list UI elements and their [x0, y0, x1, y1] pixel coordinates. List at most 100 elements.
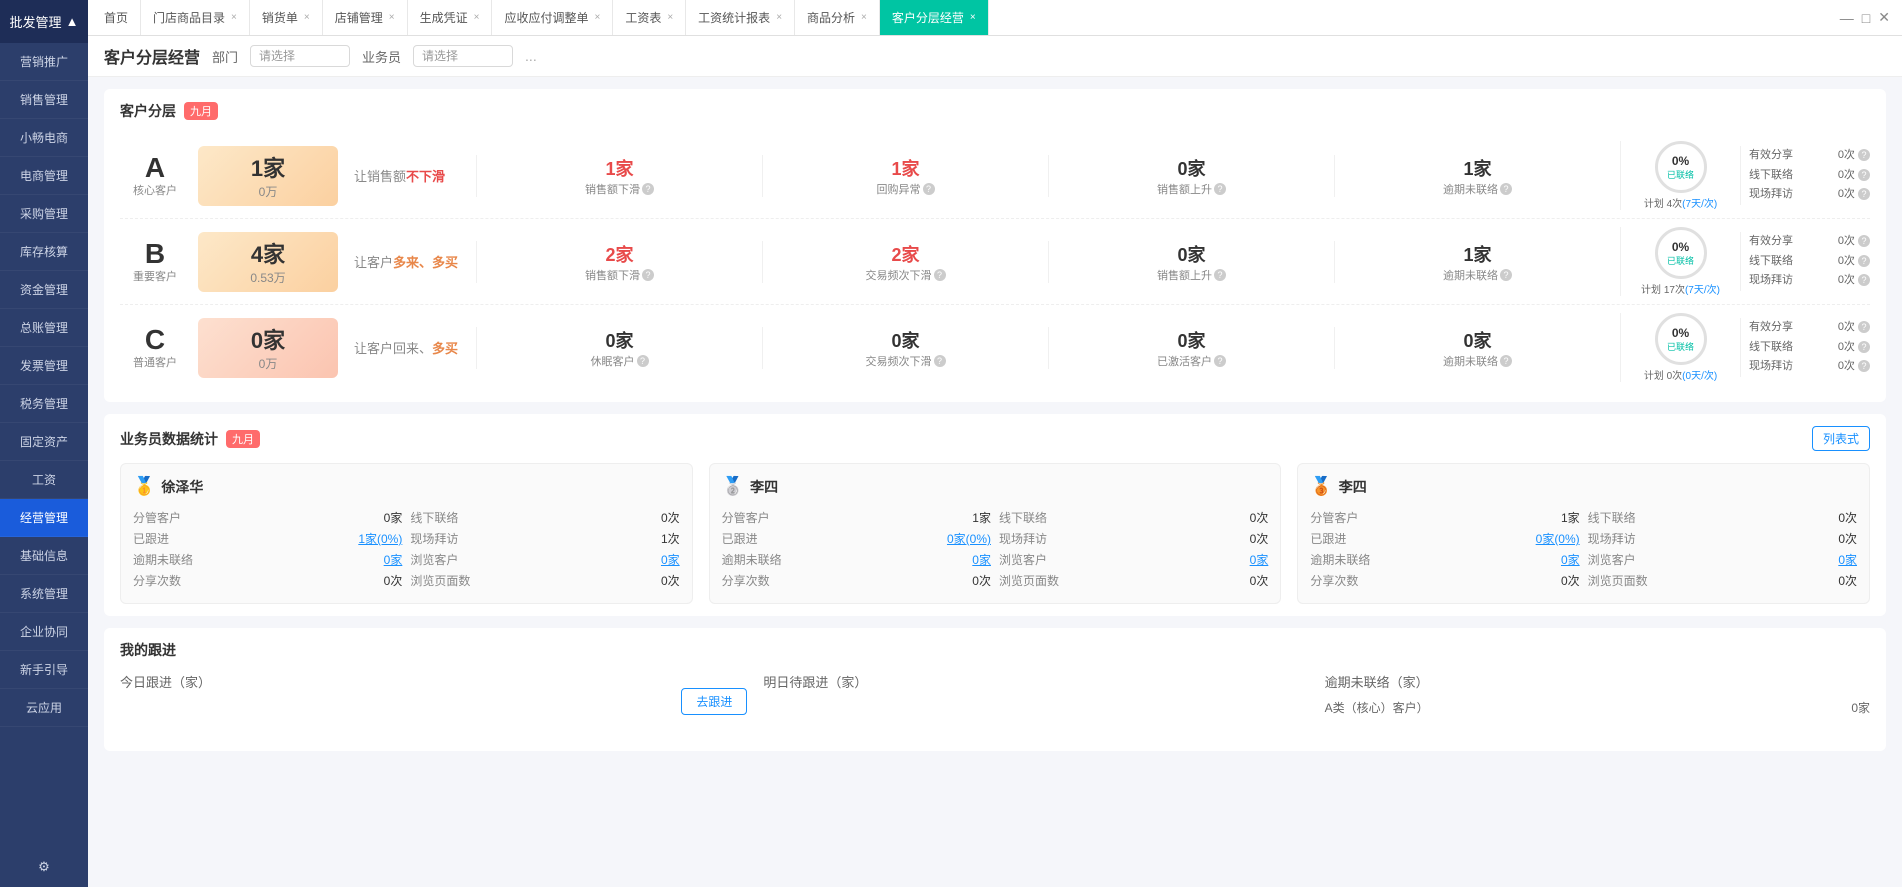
- window-minimize-btn[interactable]: —: [1840, 10, 1854, 26]
- contact-circle: 0% 已联络: [1655, 141, 1707, 193]
- sidebar-item-jingying[interactable]: 经营管理: [0, 499, 88, 537]
- sidebar-item-yingxiao[interactable]: 营销推广: [0, 43, 88, 81]
- info-icon[interactable]: ?: [642, 269, 654, 281]
- tab-salary_report[interactable]: 工资统计报表×: [686, 0, 795, 36]
- sidebar-item-zijin[interactable]: 资金管理: [0, 271, 88, 309]
- tab-sale_order[interactable]: 销货单×: [250, 0, 323, 36]
- stat-link[interactable]: 0家: [661, 553, 680, 567]
- stat-link[interactable]: 0家(0%): [947, 532, 991, 546]
- tier-stat-1-0[interactable]: 2家 销售额下滑 ?: [476, 241, 762, 283]
- tab-shop_menu[interactable]: 门店商品目录×: [141, 0, 250, 36]
- info-icon[interactable]: ?: [642, 183, 654, 195]
- stat-link[interactable]: 0家: [972, 553, 991, 567]
- sidebar-item-zhangzhang[interactable]: 总账管理: [0, 309, 88, 347]
- info-icon[interactable]: ?: [1214, 183, 1226, 195]
- tier-stat-0-0[interactable]: 1家 销售额下滑 ?: [476, 155, 762, 197]
- info-icon[interactable]: ?: [1858, 360, 1870, 372]
- info-icon[interactable]: ?: [1858, 321, 1870, 333]
- tier-stat-0-3[interactable]: 1家 逾期未联络 ?: [1334, 155, 1620, 197]
- tab-shop_mgmt[interactable]: 店铺管理×: [323, 0, 408, 36]
- info-icon[interactable]: ?: [934, 355, 946, 367]
- info-icon[interactable]: ?: [637, 355, 649, 367]
- sidebar-item-yunyingyong[interactable]: 云应用: [0, 689, 88, 727]
- list-view-btn[interactable]: 列表式: [1812, 426, 1870, 451]
- tab-goods_analysis[interactable]: 商品分析×: [795, 0, 880, 36]
- tier-stat-0-1[interactable]: 1家 回购异常 ?: [762, 155, 1048, 197]
- tab-close-customer_tier[interactable]: ×: [970, 12, 976, 23]
- info-icon[interactable]: ?: [1858, 169, 1870, 181]
- tier-stat-2-3[interactable]: 0家 逾期未联络 ?: [1334, 327, 1620, 369]
- sidebar-settings[interactable]: ⚙: [0, 847, 88, 887]
- tab-close-ar_adjust[interactable]: ×: [594, 12, 600, 23]
- sidebar-item-gongzi[interactable]: 工资: [0, 461, 88, 499]
- tier-stat-1-2[interactable]: 0家 销售额上升 ?: [1048, 241, 1334, 283]
- stat-link[interactable]: 0家: [1838, 553, 1857, 567]
- more-filter-btn[interactable]: ...: [525, 48, 537, 64]
- tier-bignum-c[interactable]: 0家 0万: [198, 318, 338, 378]
- sidebar-item-jichu[interactable]: 基础信息: [0, 537, 88, 575]
- sidebar-item-kucun[interactable]: 库存核算: [0, 233, 88, 271]
- sidebar-item-gudingzichan[interactable]: 固定资产: [0, 423, 88, 461]
- tier-stat-2-0[interactable]: 0家 休眠客户 ?: [476, 327, 762, 369]
- dept-select[interactable]: 请选择: [250, 45, 350, 67]
- sidebar-item-qiyexieyong[interactable]: 企业协同: [0, 613, 88, 651]
- tier-bignum-b[interactable]: 4家 0.53万: [198, 232, 338, 292]
- tier-bignum-a[interactable]: 1家 0万: [198, 146, 338, 206]
- tab-customer_tier[interactable]: 客户分层经营×: [880, 0, 989, 36]
- tab-ar_adjust[interactable]: 应收应付调整单×: [492, 0, 613, 36]
- stat-link[interactable]: 1家(0%): [358, 532, 402, 546]
- sidebar-item-fapiao[interactable]: 发票管理: [0, 347, 88, 385]
- window-close-btn[interactable]: ✕: [1878, 9, 1890, 26]
- info-icon[interactable]: ?: [934, 269, 946, 281]
- tab-home[interactable]: 首页: [92, 0, 141, 36]
- info-icon[interactable]: ?: [1858, 341, 1870, 353]
- tab-salary[interactable]: 工资表×: [613, 0, 686, 36]
- tier-stat-0-2[interactable]: 0家 销售额上升 ?: [1048, 155, 1334, 197]
- sidebar-item-xinshouyindao[interactable]: 新手引导: [0, 651, 88, 689]
- stat-link[interactable]: 0家: [384, 553, 403, 567]
- sidebar-item-diangshang[interactable]: 电商管理: [0, 157, 88, 195]
- tab-close-salary_report[interactable]: ×: [776, 12, 782, 23]
- info-icon[interactable]: ?: [1858, 149, 1870, 161]
- contact-circle: 0% 已联络: [1655, 313, 1707, 365]
- tab-close-salary[interactable]: ×: [667, 12, 673, 23]
- tab-close-goods_analysis[interactable]: ×: [861, 12, 867, 23]
- staff-select[interactable]: 请选择: [413, 45, 513, 67]
- sidebar-item-xiaodian[interactable]: 小畅电商: [0, 119, 88, 157]
- info-icon[interactable]: ?: [1858, 255, 1870, 267]
- stat-link[interactable]: 0家: [1250, 553, 1269, 567]
- info-icon[interactable]: ?: [1500, 355, 1512, 367]
- sidebar-item-xiaoshou[interactable]: 销售管理: [0, 81, 88, 119]
- contact-plan-link[interactable]: (7天/次): [1685, 285, 1720, 296]
- tab-close-voucher[interactable]: ×: [474, 12, 480, 23]
- window-maximize-btn[interactable]: □: [1862, 10, 1870, 26]
- tab-close-shop_mgmt[interactable]: ×: [389, 12, 395, 23]
- tab-close-shop_menu[interactable]: ×: [231, 12, 237, 23]
- info-icon[interactable]: ?: [1858, 235, 1870, 247]
- tab-voucher[interactable]: 生成凭证×: [408, 0, 493, 36]
- info-icon[interactable]: ?: [1214, 355, 1226, 367]
- info-icon[interactable]: ?: [1500, 269, 1512, 281]
- sidebar-item-caigou[interactable]: 采购管理: [0, 195, 88, 233]
- contact-plan-link[interactable]: (7天/次): [1682, 199, 1717, 210]
- sidebar-item-xitong[interactable]: 系统管理: [0, 575, 88, 613]
- goto-follow-btn[interactable]: 去跟进: [681, 688, 747, 715]
- tier-amount: 0万: [259, 183, 278, 200]
- tier-stat-2-2[interactable]: 0家 已激活客户 ?: [1048, 327, 1334, 369]
- tab-close-sale_order[interactable]: ×: [304, 12, 310, 23]
- contact-plan-link[interactable]: (0天/次): [1682, 371, 1717, 382]
- sidebar-header[interactable]: 批发管理 ▲: [0, 0, 88, 43]
- staff-stat-2-left-2: 逾期未联络 0家: [1310, 549, 1579, 570]
- tier-stat-1-3[interactable]: 1家 逾期未联络 ?: [1334, 241, 1620, 283]
- info-icon[interactable]: ?: [1214, 269, 1226, 281]
- info-icon[interactable]: ?: [1500, 183, 1512, 195]
- stat-link[interactable]: 0家: [1561, 553, 1580, 567]
- sidebar-expand-icon[interactable]: ▲: [66, 14, 79, 29]
- tier-stat-1-1[interactable]: 2家 交易频次下滑 ?: [762, 241, 1048, 283]
- info-icon[interactable]: ?: [1858, 188, 1870, 200]
- tier-stat-2-1[interactable]: 0家 交易频次下滑 ?: [762, 327, 1048, 369]
- info-icon[interactable]: ?: [1858, 274, 1870, 286]
- info-icon[interactable]: ?: [923, 183, 935, 195]
- sidebar-item-shuiwu[interactable]: 税务管理: [0, 385, 88, 423]
- stat-link[interactable]: 0家(0%): [1536, 532, 1580, 546]
